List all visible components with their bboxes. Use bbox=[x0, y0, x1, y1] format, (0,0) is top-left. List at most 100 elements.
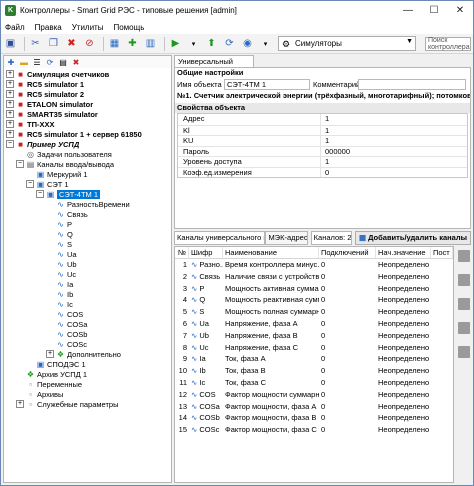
menu-help[interactable]: Помощь bbox=[113, 23, 144, 32]
tree-node-rc5-61850[interactable]: + ■ RC5 simulator 1 + сервер 61850 bbox=[6, 129, 142, 139]
refresh-icon[interactable]: ⟳ bbox=[222, 36, 237, 51]
property-row[interactable]: Адрес 1 bbox=[178, 114, 467, 125]
cancel-icon[interactable]: ⊘ bbox=[82, 36, 97, 51]
table-row[interactable]: 8 ∿ Uc Напряжение, фаза С 0 Неопределено bbox=[175, 342, 453, 354]
tree-node-service-params[interactable]: + ▫ Служебные параметры bbox=[16, 399, 118, 409]
tree-node-channel[interactable]: ∿ Ic bbox=[56, 299, 73, 309]
tree-node-simulation[interactable]: + ■ Симуляция счетчиков bbox=[6, 69, 109, 79]
tree-node-rc5-2[interactable]: + ■ RC5 simulator 2 bbox=[6, 89, 84, 99]
tree-node-channel[interactable]: ∿ COSc bbox=[56, 339, 87, 349]
tree-node-channel[interactable]: ∿ S bbox=[56, 239, 72, 249]
run-dropdown-icon[interactable]: ▾ bbox=[186, 36, 201, 51]
tree-node-channel[interactable]: ∿ P bbox=[56, 219, 72, 229]
tree-node-spodes[interactable]: ▣ СПОДЭС 1 bbox=[36, 359, 86, 369]
column-header[interactable]: Нач.значение bbox=[376, 247, 431, 258]
simulators-select[interactable]: ⚙ Симуляторы ▼ bbox=[278, 36, 416, 51]
new-item-icon[interactable]: ✚ bbox=[6, 58, 16, 67]
tree-node-mercury[interactable]: ▣ Меркурий 1 bbox=[36, 169, 88, 179]
delete-icon[interactable]: ✖ bbox=[64, 36, 79, 51]
tree-node-archives[interactable]: ▫ Архивы bbox=[26, 389, 63, 399]
table-row[interactable]: 14 ∿ COSb Фактор мощности, фаза В 0 Неопреде… bbox=[175, 412, 453, 424]
tree-node-channel[interactable]: ∿ Ib bbox=[56, 289, 73, 299]
upload-icon[interactable]: ⬆ bbox=[204, 36, 219, 51]
tree-node-etalon[interactable]: + ■ ETALON simulator bbox=[6, 99, 93, 109]
menu-utilities[interactable]: Утилиты bbox=[72, 23, 104, 32]
tree-node-user-tasks[interactable]: ◎ Задачи пользователя bbox=[26, 149, 112, 159]
column-header[interactable]: Наименование bbox=[223, 247, 319, 258]
grid-icon[interactable]: ▦ bbox=[107, 36, 122, 51]
table-row[interactable]: 1∿ Разно...Время контроллера минус...0Не… bbox=[175, 259, 453, 271]
tab-iec-addresses[interactable]: МЭК-адреса bbox=[265, 231, 308, 245]
chart-icon[interactable]: ▥ bbox=[143, 36, 158, 51]
copy-icon[interactable]: ❐ bbox=[46, 36, 61, 51]
image-icon[interactable]: ▤ bbox=[58, 58, 68, 67]
maximize-button[interactable]: ☐ bbox=[421, 1, 447, 20]
tree-node-uspd-archive[interactable]: ❖ Архив УСПД 1 bbox=[26, 369, 87, 379]
table-row[interactable]: 12 ∿ COS Фактор мощности суммарн... 0 Неопре… bbox=[175, 389, 453, 401]
tree-node-variables[interactable]: ▫ Переменные bbox=[26, 379, 82, 389]
tree-node-smart35[interactable]: + ■ SMART35 simulator bbox=[6, 109, 98, 119]
tree-node-channel[interactable]: ∿ Связь bbox=[56, 209, 88, 219]
tree-node-channel[interactable]: ∿ Uc bbox=[56, 269, 76, 279]
menu-edit[interactable]: Правка bbox=[35, 23, 62, 32]
tree-node-channel[interactable]: ∿ Q bbox=[56, 229, 73, 239]
tree-node-io-channels[interactable]: − ▤ Каналы ввода/вывода bbox=[16, 159, 114, 169]
table-row[interactable]: 3 ∿ P Мощность активная суммар... 0 Неопреде… bbox=[175, 283, 453, 295]
tree-node-channel[interactable]: ∿ COSb bbox=[56, 329, 87, 339]
table-row[interactable]: 13 ∿ COSa Фактор мощности, фаза А 0 Неопреде… bbox=[175, 401, 453, 413]
save-icon[interactable]: ▣ bbox=[3, 36, 18, 51]
globe-icon[interactable]: ◉ bbox=[240, 36, 255, 51]
tree-node-channel[interactable]: ∿ РазностьВремени bbox=[56, 199, 130, 209]
tree-node-channel[interactable]: ∿ Ua bbox=[56, 249, 76, 259]
globe-dropdown-icon[interactable]: ▾ bbox=[258, 36, 273, 51]
tab-universal-channels[interactable]: Каналы универсального мод bbox=[174, 231, 266, 245]
table-row[interactable]: 7 ∿ Ub Напряжение, фаза В 0 Неопределено bbox=[175, 330, 453, 342]
comment-field[interactable] bbox=[358, 79, 466, 90]
table-row[interactable]: 9 ∿ Ia Ток, фаза А 0 Неопределено bbox=[175, 353, 453, 365]
name-field[interactable]: СЭТ-4ТМ 1 bbox=[224, 79, 310, 90]
search-input[interactable]: Поиск контроллера bbox=[425, 37, 471, 51]
side-tool-icon[interactable] bbox=[458, 274, 470, 286]
delete-tree-icon[interactable]: ✖ bbox=[71, 58, 81, 67]
add-remove-channels-button[interactable]: ▦ Добавить/удалить каналы bbox=[354, 231, 471, 245]
tree-node-channel[interactable]: ∿ COSa bbox=[56, 319, 87, 329]
tree-node-channel[interactable]: ∿ COS bbox=[56, 309, 83, 319]
tree-node-set4tm[interactable]: − ▣ СЭТ-4ТМ 1 bbox=[36, 189, 101, 199]
minimize-button[interactable]: — bbox=[395, 1, 421, 20]
property-row[interactable]: Коэф.ед.измерения 0 bbox=[178, 166, 467, 177]
list-icon[interactable]: ☰ bbox=[32, 58, 42, 67]
column-header[interactable]: № bbox=[175, 247, 189, 258]
close-button[interactable]: ✕ bbox=[447, 1, 473, 20]
tree-node-channel[interactable]: ∿ Ia bbox=[56, 279, 73, 289]
table-row[interactable]: 2 ∿ Связь Наличие связи с устройством 0 Неоп… bbox=[175, 271, 453, 283]
property-row[interactable]: KU 1 bbox=[178, 135, 467, 146]
table-row[interactable]: 15 ∿ COSc Фактор мощности, фаза С 0 Неопреде… bbox=[175, 424, 453, 436]
column-header[interactable]: Подключений bbox=[319, 247, 376, 258]
property-row[interactable]: Пароль 000000 bbox=[178, 145, 467, 156]
run-icon[interactable]: ▶ bbox=[168, 36, 183, 51]
tree-node-tp[interactable]: + ■ ТП-ХХХ bbox=[6, 119, 54, 129]
property-row[interactable]: Уровень доступа 1 bbox=[178, 156, 467, 167]
tree-node-rc5-1[interactable]: + ■ RC5 simulator 1 bbox=[6, 79, 84, 89]
side-tool-icon[interactable] bbox=[458, 250, 470, 262]
table-row[interactable]: 11 ∿ Ic Ток, фаза С 0 Неопределено bbox=[175, 377, 453, 389]
tree-node-uspd-example[interactable]: − ■ Пример УСПД bbox=[6, 139, 79, 149]
side-tool-icon[interactable] bbox=[458, 298, 470, 310]
menu-file[interactable]: Файл bbox=[5, 23, 25, 32]
folder-icon[interactable]: ▬ bbox=[19, 58, 29, 67]
column-header[interactable]: Шифр bbox=[189, 247, 223, 258]
column-header[interactable]: Пост bbox=[431, 247, 453, 258]
property-row[interactable]: Kl 1 bbox=[178, 124, 467, 135]
table-row[interactable]: 4∿ QМощность реактивная суммар...0Неопре… bbox=[175, 294, 453, 306]
tree-node-set1[interactable]: − ▣ СЭТ 1 bbox=[26, 179, 69, 189]
tab-universal-object[interactable]: Универсальный объект bbox=[174, 55, 254, 77]
tree-node-channel[interactable]: ∿ Ub bbox=[56, 259, 76, 269]
side-tool-icon[interactable] bbox=[458, 346, 470, 358]
tree-node-additional[interactable]: + ❖ Дополнительно bbox=[46, 349, 121, 359]
table-row[interactable]: 10 ∿ Ib Ток, фаза В 0 Неопределено bbox=[175, 365, 453, 377]
table-row[interactable]: 6 ∿ Ua Напряжение, фаза А 0 Неопределено bbox=[175, 318, 453, 330]
add-icon[interactable]: ✚ bbox=[125, 36, 140, 51]
side-tool-icon[interactable] bbox=[458, 322, 470, 334]
cut-icon[interactable]: ✂ bbox=[28, 36, 43, 51]
refresh-tree-icon[interactable]: ⟳ bbox=[45, 58, 55, 67]
